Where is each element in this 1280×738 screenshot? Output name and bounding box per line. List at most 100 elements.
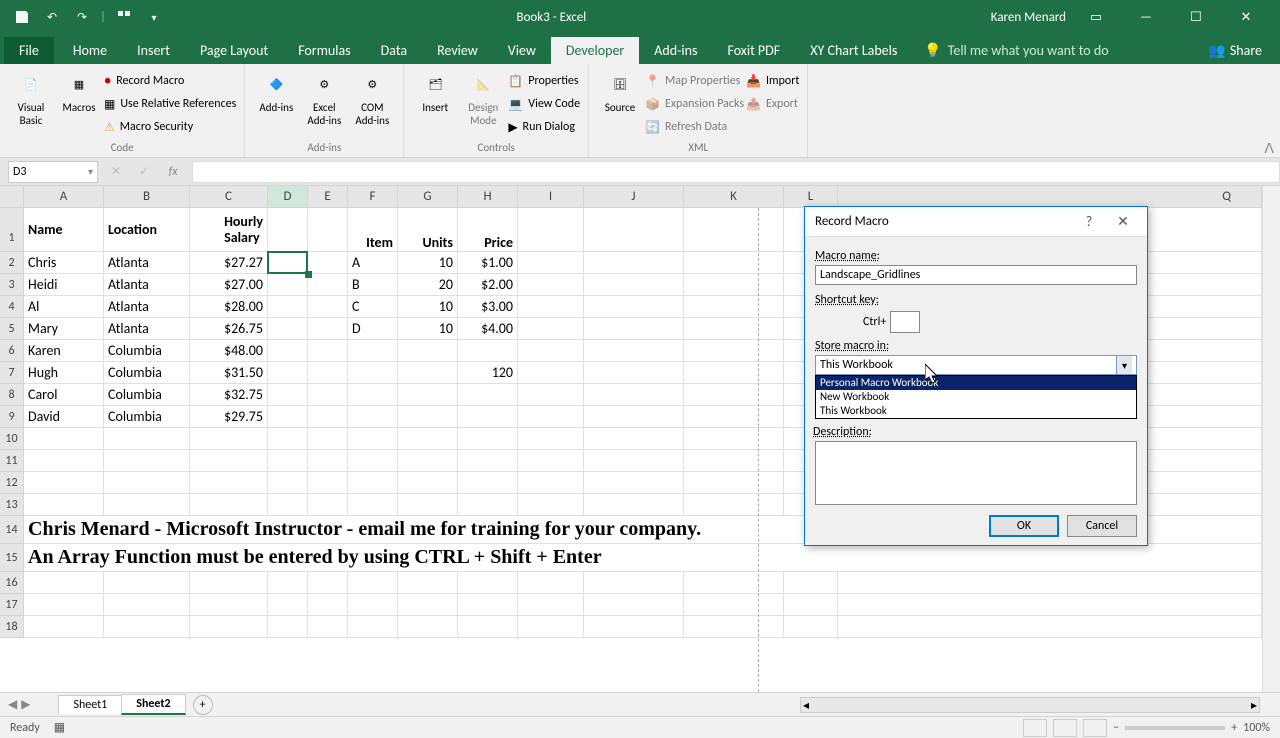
cell[interactable] (190, 616, 268, 638)
view-code-button[interactable]: 💻View Code (508, 94, 580, 114)
cell[interactable]: Columbia (104, 362, 190, 384)
cell[interactable]: $32.75 (190, 384, 268, 406)
cell[interactable]: $29.75 (190, 406, 268, 428)
tab-formulas[interactable]: Formulas (283, 37, 365, 64)
cell[interactable] (308, 384, 348, 406)
cell[interactable]: 10 (398, 296, 458, 318)
cell[interactable] (268, 472, 308, 494)
cell[interactable] (458, 340, 518, 362)
cell[interactable] (398, 472, 458, 494)
cell[interactable] (398, 594, 458, 616)
row-header[interactable]: 1 (0, 208, 24, 252)
cell[interactable] (784, 616, 838, 638)
cell[interactable] (838, 616, 1262, 638)
cell[interactable] (268, 318, 308, 340)
row-header[interactable]: 17 (0, 594, 24, 616)
close-icon[interactable]: ✕ (1226, 4, 1266, 30)
cell[interactable]: 10 (398, 252, 458, 274)
cell[interactable] (24, 450, 104, 472)
tab-view[interactable]: View (493, 37, 551, 64)
cell[interactable]: Heidi (24, 274, 104, 296)
cell[interactable] (458, 384, 518, 406)
visual-basic-button[interactable]: 📄Visual Basic (8, 68, 54, 127)
undo-icon[interactable]: ↶ (38, 4, 66, 30)
cell[interactable] (308, 616, 348, 638)
row-header[interactable]: 9 (0, 406, 24, 428)
cell[interactable] (518, 252, 584, 274)
cell[interactable] (268, 274, 308, 296)
cell[interactable] (584, 318, 684, 340)
cell[interactable] (104, 428, 190, 450)
cell[interactable] (104, 450, 190, 472)
cell[interactable] (684, 450, 784, 472)
cell[interactable] (268, 594, 308, 616)
cell[interactable]: C (348, 296, 398, 318)
cell[interactable] (584, 296, 684, 318)
cell[interactable] (584, 594, 684, 616)
fill-handle[interactable] (305, 271, 312, 278)
cell[interactable] (308, 362, 348, 384)
cell[interactable] (398, 494, 458, 516)
cell[interactable] (268, 406, 308, 428)
cell[interactable] (308, 594, 348, 616)
chevron-down-icon[interactable]: ▾ (1116, 356, 1132, 374)
cell[interactable] (784, 572, 838, 594)
cell[interactable] (398, 572, 458, 594)
cell[interactable] (348, 572, 398, 594)
cell[interactable] (518, 494, 584, 516)
description-input[interactable] (815, 441, 1137, 505)
cell[interactable] (190, 494, 268, 516)
cell[interactable] (24, 494, 104, 516)
cell[interactable] (684, 252, 784, 274)
col-header-f[interactable]: F (348, 186, 398, 208)
cell[interactable] (24, 572, 104, 594)
tab-developer[interactable]: Developer (551, 37, 639, 64)
cell[interactable] (268, 494, 308, 516)
cell[interactable]: Atlanta (104, 296, 190, 318)
cell[interactable] (458, 406, 518, 428)
cell[interactable]: Units (398, 208, 458, 252)
cell[interactable] (684, 406, 784, 428)
cell[interactable] (684, 296, 784, 318)
cell[interactable] (398, 406, 458, 428)
cell[interactable] (684, 472, 784, 494)
cell[interactable]: 20 (398, 274, 458, 296)
cell[interactable] (518, 572, 584, 594)
cell[interactable] (348, 472, 398, 494)
sheet-nav-prev-icon[interactable]: ◀ (8, 697, 17, 712)
cell[interactable]: 120 (458, 362, 518, 384)
col-header-g[interactable]: G (398, 186, 458, 208)
col-header-h[interactable]: H (458, 186, 518, 208)
cell[interactable] (838, 594, 1262, 616)
cell[interactable]: Columbia (104, 340, 190, 362)
cell[interactable] (584, 362, 684, 384)
cell[interactable] (104, 494, 190, 516)
cell[interactable] (308, 318, 348, 340)
cell[interactable] (308, 340, 348, 362)
col-header-c[interactable]: C (190, 186, 268, 208)
cell[interactable]: Chris (24, 252, 104, 274)
combo-option[interactable]: This Workbook (816, 404, 1136, 418)
cell[interactable] (518, 594, 584, 616)
touch-mode-icon[interactable] (110, 4, 138, 30)
cell[interactable] (398, 384, 458, 406)
cell[interactable] (518, 340, 584, 362)
tab-page-layout[interactable]: Page Layout (185, 37, 283, 64)
cell[interactable] (348, 384, 398, 406)
cell[interactable]: Name (24, 208, 104, 252)
sheet-tab-sheet2[interactable]: Sheet2 (121, 694, 185, 715)
cell[interactable]: Item (348, 208, 398, 252)
design-mode-button[interactable]: 📐Design Mode (460, 68, 506, 127)
cell[interactable] (268, 296, 308, 318)
cell[interactable] (104, 594, 190, 616)
view-page-break-icon[interactable] (1083, 719, 1107, 737)
cell[interactable]: Columbia (104, 406, 190, 428)
run-dialog-button[interactable]: ▶Run Dialog (508, 117, 580, 137)
cell[interactable] (518, 274, 584, 296)
zoom-out-icon[interactable]: − (1113, 721, 1119, 735)
share-button[interactable]: 👥 Share (1194, 37, 1276, 64)
cell[interactable] (684, 616, 784, 638)
select-all-corner[interactable] (0, 186, 24, 208)
cell[interactable] (398, 616, 458, 638)
cell[interactable] (308, 428, 348, 450)
